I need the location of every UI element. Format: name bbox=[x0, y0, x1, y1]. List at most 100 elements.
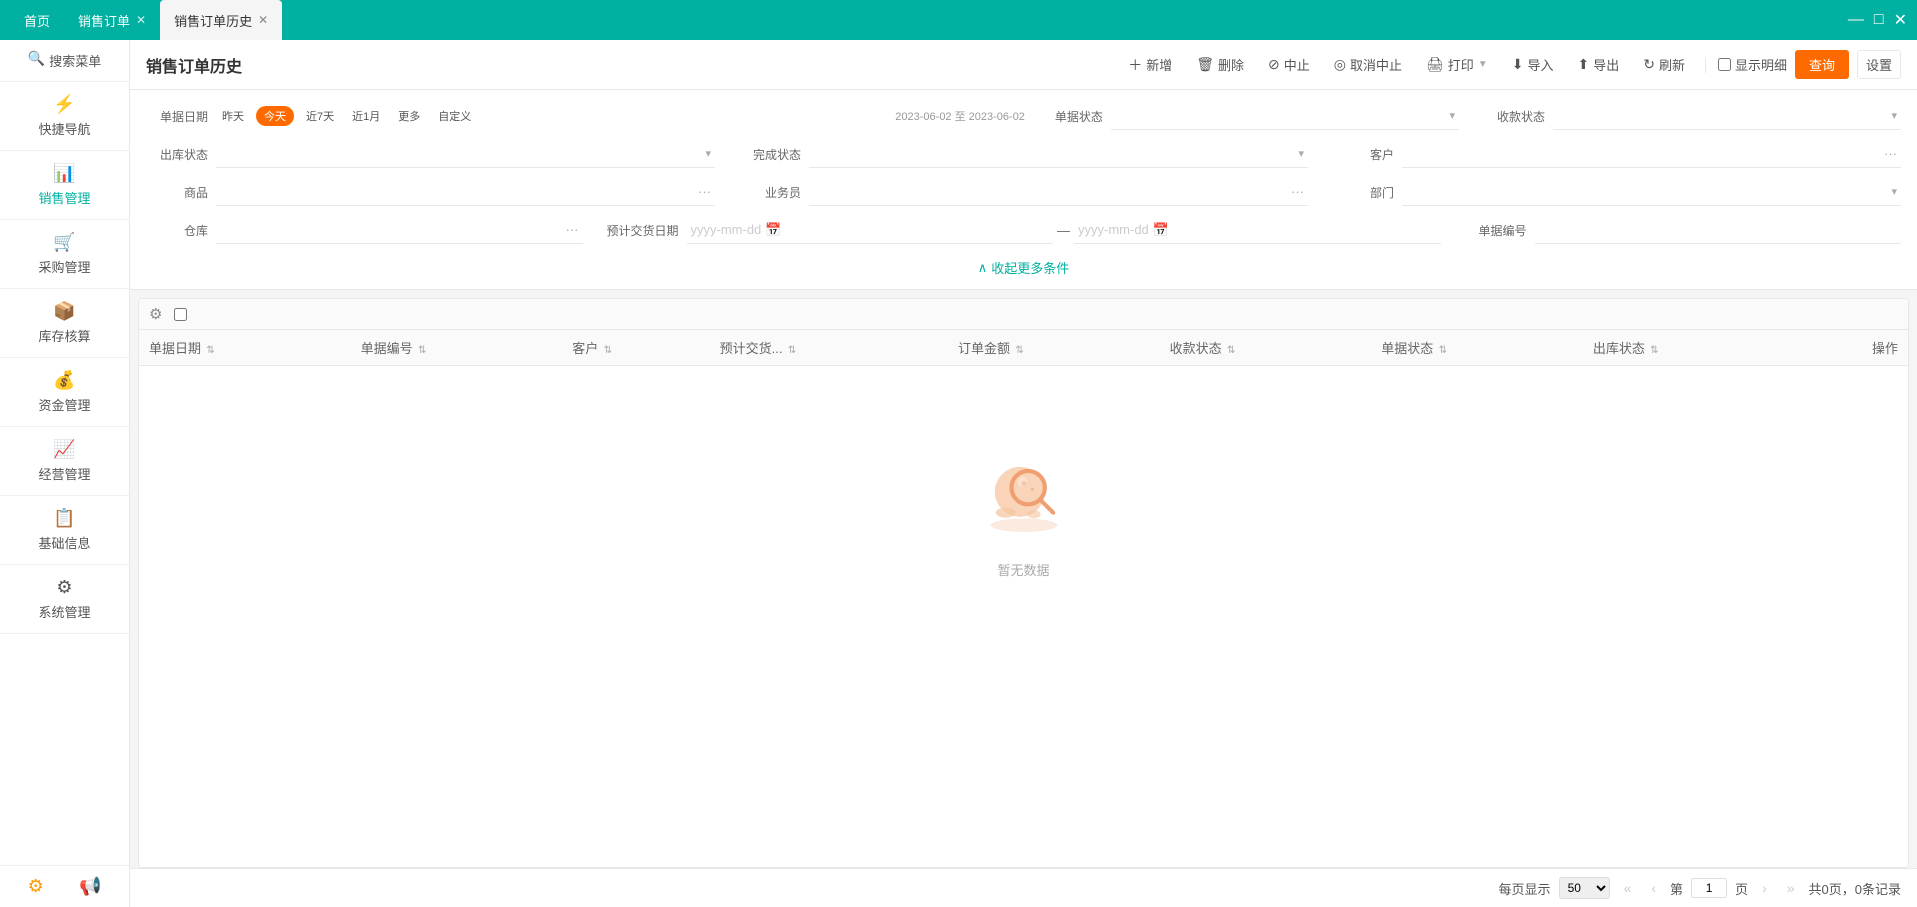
table-header-row: 单据日期 ⇅ 单据编号 ⇅ 客户 ⇅ 预计交货... bbox=[139, 330, 1908, 366]
export-button[interactable]: ⬆ 导出 bbox=[1569, 51, 1627, 78]
sales-rep-filter[interactable]: ··· bbox=[809, 178, 1308, 206]
sort-order-icon: ⇅ bbox=[1439, 345, 1447, 356]
sidebar-item-basic-info[interactable]: 📋 基础信息 bbox=[0, 496, 129, 565]
order-no-label: 单据编号 bbox=[1465, 222, 1535, 239]
sort-delivery-icon: ⇅ bbox=[788, 345, 796, 356]
completion-status-filter[interactable]: ▾ bbox=[809, 140, 1308, 168]
show-detail-input[interactable] bbox=[1718, 58, 1731, 71]
sort-date-icon: ⇅ bbox=[206, 345, 214, 356]
minimize-icon[interactable]: — bbox=[1848, 11, 1864, 29]
main-layout: 🔍 搜索菜单 ⚡ 快捷导航 📊 销售管理 🛒 采购管理 📦 库存核算 💰 资金管… bbox=[0, 40, 1917, 907]
speaker-icon[interactable]: 📢 bbox=[79, 876, 101, 897]
current-page-input[interactable] bbox=[1691, 878, 1727, 898]
sidebar: 🔍 搜索菜单 ⚡ 快捷导航 📊 销售管理 🛒 采购管理 📦 库存核算 💰 资金管… bbox=[0, 40, 130, 907]
col-delivery[interactable]: 预计交货... ⇅ bbox=[710, 330, 948, 366]
new-button[interactable]: ＋ 新增 bbox=[1120, 51, 1180, 79]
tab-sales-order[interactable]: 销售订单 ✕ bbox=[64, 0, 160, 40]
tab-home[interactable]: 首页 bbox=[10, 0, 64, 40]
sidebar-item-operations[interactable]: 📈 经营管理 bbox=[0, 427, 129, 496]
order-no-filter[interactable] bbox=[1535, 216, 1902, 244]
stop-button[interactable]: ⊘ 中止 bbox=[1260, 51, 1318, 78]
date-btn-7days[interactable]: 近7天 bbox=[300, 106, 340, 126]
dept-label: 部门 bbox=[1332, 184, 1402, 201]
date-to-filter[interactable]: yyyy-mm-dd 📅 bbox=[1074, 216, 1441, 244]
order-status-filter[interactable]: ▾ bbox=[1111, 102, 1459, 130]
collapse-row[interactable]: ∧ 收起更多条件 bbox=[146, 254, 1901, 277]
outbound-status-arrow: ▾ bbox=[705, 147, 711, 160]
outbound-status-filter[interactable]: ▾ bbox=[216, 140, 715, 168]
sidebar-item-sales-mgmt[interactable]: 📊 销售管理 bbox=[0, 151, 129, 220]
sidebar-item-purchase-mgmt[interactable]: 🛒 采购管理 bbox=[0, 220, 129, 289]
empty-text: 暂无数据 bbox=[997, 560, 1049, 579]
collapse-up-icon: ∧ bbox=[978, 260, 988, 276]
select-all-checkbox[interactable] bbox=[174, 308, 187, 321]
delete-button[interactable]: 🗑 删除 bbox=[1188, 51, 1252, 78]
tab-sales-order-close[interactable]: ✕ bbox=[136, 13, 146, 27]
goods-filter[interactable]: ··· bbox=[216, 178, 715, 206]
page-label-prefix: 第 bbox=[1670, 879, 1683, 898]
col-action: 操作 bbox=[1794, 330, 1908, 366]
settings-bottom-icon[interactable]: ⚙ bbox=[28, 876, 44, 897]
maximize-icon[interactable]: □ bbox=[1874, 11, 1884, 29]
next-page-button[interactable]: › bbox=[1756, 878, 1773, 898]
date-btn-yesterday[interactable]: 昨天 bbox=[216, 106, 250, 126]
print-button[interactable]: 🖨 打印 ▼ bbox=[1418, 51, 1496, 78]
page-size-select[interactable]: 50 20 100 bbox=[1559, 877, 1610, 899]
col-order-status[interactable]: 单据状态 ⇅ bbox=[1371, 330, 1583, 366]
show-detail-checkbox[interactable]: 显示明细 bbox=[1718, 55, 1787, 74]
date-btn-1month[interactable]: 近1月 bbox=[346, 106, 386, 126]
date-btn-today[interactable]: 今天 bbox=[256, 106, 294, 126]
sidebar-search[interactable]: 🔍 搜索菜单 bbox=[0, 40, 129, 82]
cancel-stop-button[interactable]: ◎ 取消中止 bbox=[1326, 51, 1410, 78]
sidebar-item-inventory[interactable]: 📦 库存核算 bbox=[0, 289, 129, 358]
calendar-to-icon[interactable]: 📅 bbox=[1153, 222, 1169, 238]
refresh-icon: ↻ bbox=[1643, 56, 1655, 73]
basic-info-icon: 📋 bbox=[53, 508, 75, 529]
sidebar-item-system-mgmt[interactable]: ⚙ 系统管理 bbox=[0, 565, 129, 634]
date-from-placeholder: yyyy-mm-dd bbox=[691, 222, 762, 237]
dept-arrow: ▾ bbox=[1891, 185, 1897, 198]
delete-icon: 🗑 bbox=[1196, 56, 1214, 73]
col-customer[interactable]: 客户 ⇅ bbox=[562, 330, 709, 366]
refresh-button[interactable]: ↻ 刷新 bbox=[1635, 51, 1693, 78]
col-no[interactable]: 单据编号 ⇅ bbox=[351, 330, 563, 366]
col-payment-status[interactable]: 收款状态 ⇅ bbox=[1160, 330, 1372, 366]
close-window-icon[interactable]: ✕ bbox=[1894, 10, 1907, 30]
query-button[interactable]: 查询 bbox=[1795, 50, 1849, 79]
sort-customer-icon: ⇅ bbox=[604, 345, 612, 356]
tab-sales-order-history[interactable]: 销售订单历史 ✕ bbox=[160, 0, 282, 40]
filter-row-warehouse: 仓库 ··· 预计交货日期 yyyy-mm-dd 📅 — yyyy-mm-dd … bbox=[146, 216, 1901, 244]
sidebar-item-quick-nav[interactable]: ⚡ 快捷导航 bbox=[0, 82, 129, 151]
table-settings-icon[interactable]: ⚙ bbox=[149, 305, 162, 323]
date-btn-custom[interactable]: 自定义 bbox=[432, 106, 477, 126]
col-date[interactable]: 单据日期 ⇅ bbox=[139, 330, 351, 366]
last-page-button[interactable]: » bbox=[1781, 878, 1801, 898]
col-outbound-status[interactable]: 出库状态 ⇅ bbox=[1583, 330, 1795, 366]
filter-row-status: 出库状态 ▾ 完成状态 ▾ 客户 ··· bbox=[146, 140, 1901, 168]
expected-delivery-label: 预计交货日期 bbox=[607, 222, 687, 239]
settings-button[interactable]: 设置 bbox=[1857, 50, 1901, 79]
dept-filter[interactable]: ▾ bbox=[1402, 178, 1901, 206]
quick-nav-icon: ⚡ bbox=[53, 94, 75, 115]
import-button[interactable]: ⬇ 导入 bbox=[1504, 51, 1562, 78]
sales-rep-dots: ··· bbox=[1291, 184, 1304, 199]
filter-area: 单据日期 昨天 今天 近7天 近1月 更多 自定义 2023-06-02 至 2… bbox=[130, 90, 1917, 290]
col-amount[interactable]: 订单金额 ⇅ bbox=[948, 330, 1160, 366]
payment-status-filter[interactable]: ▾ bbox=[1553, 102, 1901, 130]
cancel-stop-icon: ◎ bbox=[1334, 56, 1346, 73]
customer-filter[interactable]: ··· bbox=[1402, 140, 1901, 168]
tab-sales-order-history-close[interactable]: ✕ bbox=[258, 13, 268, 27]
prev-page-button[interactable]: ‹ bbox=[1645, 878, 1662, 898]
finance-icon: 💰 bbox=[53, 370, 75, 391]
filter-row-date: 单据日期 昨天 今天 近7天 近1月 更多 自定义 2023-06-02 至 2… bbox=[146, 102, 1901, 130]
footer: 每页显示 50 20 100 « ‹ 第 页 › » 共0页，0条记录 bbox=[130, 868, 1917, 907]
customer-dots: ··· bbox=[1884, 146, 1897, 161]
sidebar-item-finance[interactable]: 💰 资金管理 bbox=[0, 358, 129, 427]
completion-status-arrow: ▾ bbox=[1298, 147, 1304, 160]
system-mgmt-icon: ⚙ bbox=[56, 577, 72, 598]
first-page-button[interactable]: « bbox=[1618, 878, 1638, 898]
calendar-from-icon[interactable]: 📅 bbox=[765, 222, 781, 238]
warehouse-filter[interactable]: ··· bbox=[216, 216, 583, 244]
date-btn-more[interactable]: 更多 bbox=[392, 106, 426, 126]
date-from-filter[interactable]: yyyy-mm-dd 📅 bbox=[687, 216, 1054, 244]
